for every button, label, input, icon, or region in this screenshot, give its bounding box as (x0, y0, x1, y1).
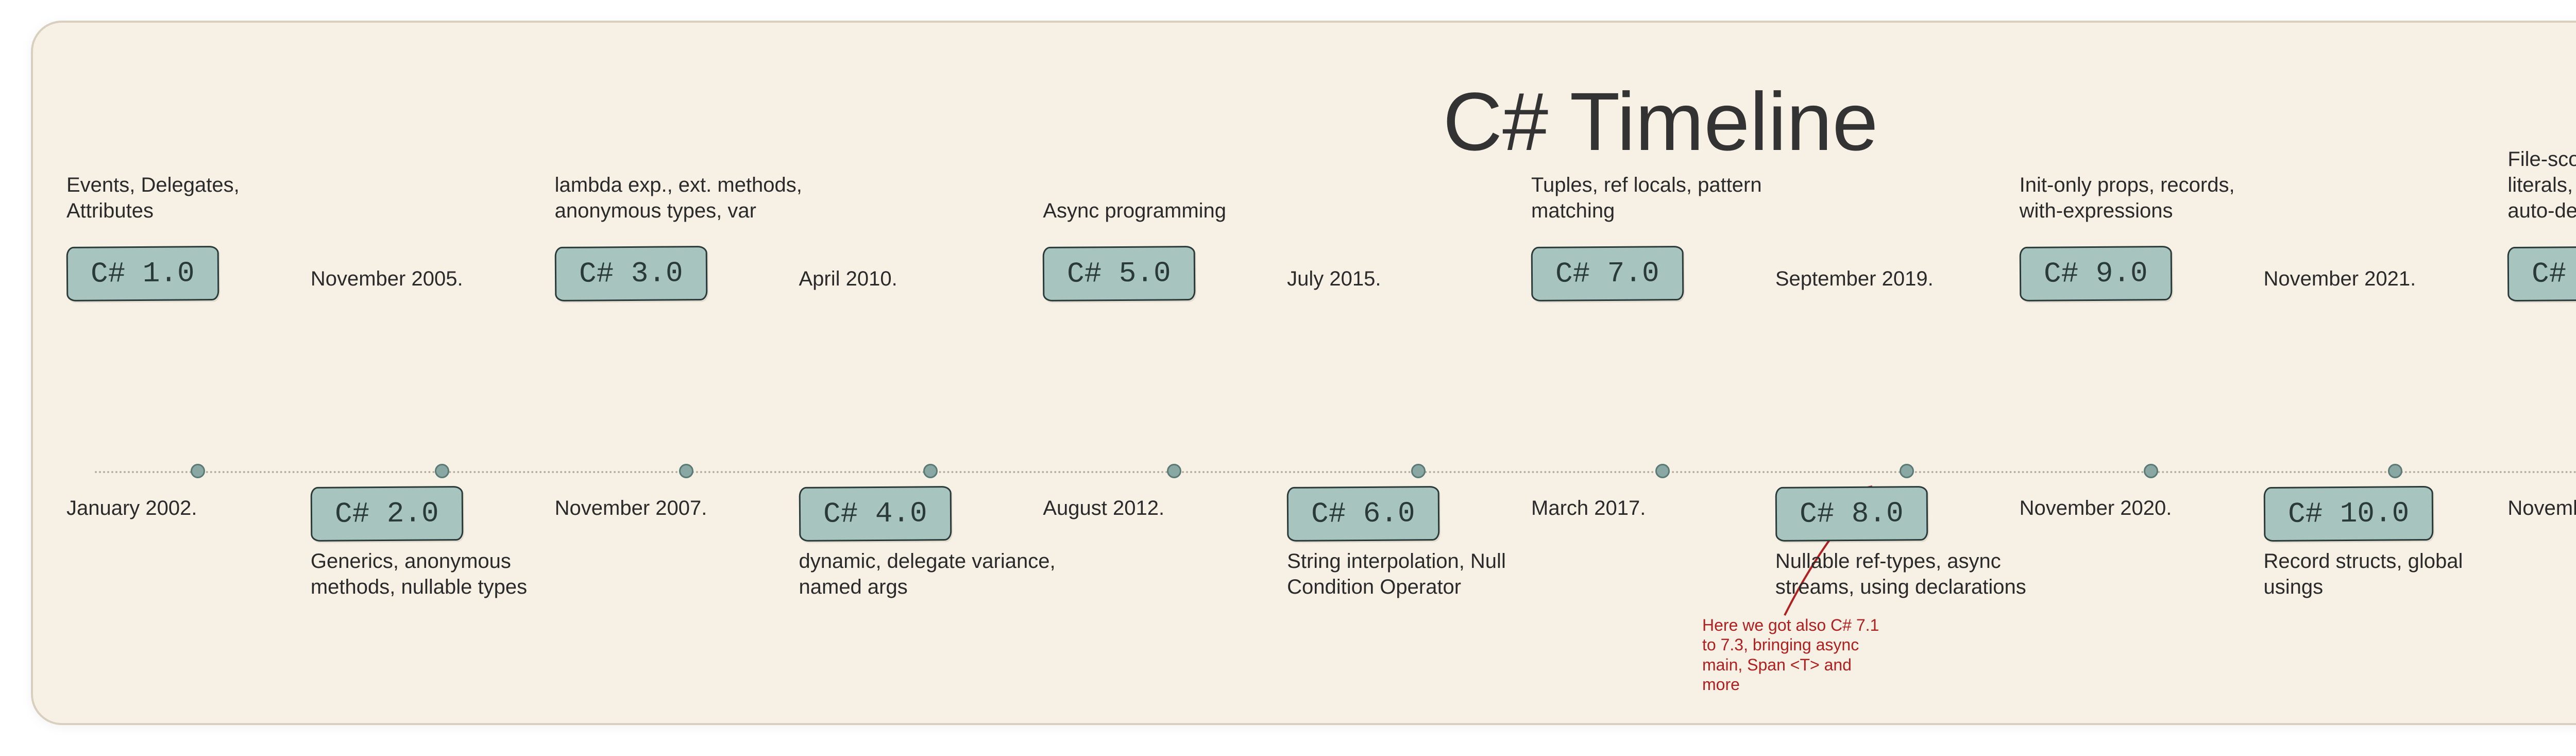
timeline-dot (435, 464, 449, 478)
version-description: lambda exp., ext. methods, anonymous typ… (555, 172, 818, 224)
version-badge-wrap: C# 4.0 (799, 486, 952, 541)
timeline-dot (1900, 464, 1914, 478)
version-description: dynamic, delegate variance, named args (799, 548, 1062, 600)
timeline-axis (95, 471, 2576, 473)
version-badge: C# 3.0 (554, 246, 707, 301)
version-date: March 2017. (1531, 497, 1646, 520)
version-description: Tuples, ref locals, pattern matching (1531, 172, 1794, 224)
timeline-dot (923, 464, 938, 478)
timeline-dot (2388, 464, 2402, 478)
timeline-dot (191, 464, 205, 478)
version-date: August 2012. (1043, 497, 1164, 520)
version-badge: C# 1.0 (66, 246, 219, 301)
version-description: Nullable ref-types, async streams, using… (1775, 548, 2038, 600)
page-title: C# Timeline (33, 74, 2576, 169)
version-date: January 2002. (66, 497, 197, 520)
version-description: Async programming (1043, 198, 1306, 224)
card-panel: C# Timeline Here we got also C# 7.1 to 7… (31, 21, 2576, 725)
version-badge: C# 5.0 (1043, 246, 1195, 301)
version-badge-wrap: C# 1.0 (66, 246, 219, 301)
version-badge-wrap: C# 9.0 (2020, 246, 2172, 301)
timeline-dot (1411, 464, 1426, 478)
version-description: Generics, anonymous methods, nullable ty… (311, 548, 573, 600)
version-date: April 2010. (799, 267, 897, 291)
version-badge-wrap: C# 11.0 (2507, 246, 2576, 301)
version-badge-wrap: C# 7.0 (1531, 246, 1684, 301)
version-description: Events, Delegates, Attributes (66, 172, 329, 224)
page: C# Timeline Here we got also C# 7.1 to 7… (0, 0, 2576, 756)
timeline-dot (1655, 464, 1670, 478)
version-badge-wrap: C# 10.0 (2264, 486, 2433, 541)
version-badge: C# 4.0 (799, 486, 951, 542)
version-date: November 2021. (2264, 267, 2416, 291)
version-date: September 2019. (1775, 267, 1934, 291)
timeline: Here we got also C# 7.1 to 7.3, bringing… (95, 394, 2576, 703)
version-badge: C# 2.0 (310, 486, 463, 542)
version-badge: C# 8.0 (1775, 486, 1927, 542)
version-badge: C# 10.0 (2263, 486, 2433, 542)
timeline-dot (679, 464, 693, 478)
annotation-note: Here we got also C# 7.1 to 7.3, bringing… (1702, 615, 1888, 695)
version-badge: C# 7.0 (1531, 246, 1684, 301)
version-description: File-scoped types, raw string literals, … (2507, 146, 2576, 224)
version-date: November 2005. (311, 267, 463, 291)
timeline-dot (1167, 464, 1181, 478)
version-badge-wrap: C# 6.0 (1287, 486, 1439, 541)
version-badge-wrap: C# 2.0 (311, 486, 463, 541)
version-badge-wrap: C# 3.0 (555, 246, 707, 301)
version-badge-wrap: C# 8.0 (1775, 486, 1928, 541)
version-badge: C# 9.0 (2019, 246, 2172, 301)
version-badge: C# 6.0 (1287, 486, 1439, 542)
version-description: Record structs, global usings (2264, 548, 2527, 600)
version-description: String interpolation, Null Condition Ope… (1287, 548, 1550, 600)
version-description: Init-only props, records, with-expressio… (2020, 172, 2282, 224)
version-date: November 2007. (555, 497, 707, 520)
version-badge: C# 11.0 (2507, 246, 2576, 301)
version-date: November 2022. (2507, 497, 2576, 520)
version-badge-wrap: C# 5.0 (1043, 246, 1195, 301)
timeline-dot (2144, 464, 2158, 478)
version-date: July 2015. (1287, 267, 1381, 291)
version-date: November 2020. (2020, 497, 2172, 520)
